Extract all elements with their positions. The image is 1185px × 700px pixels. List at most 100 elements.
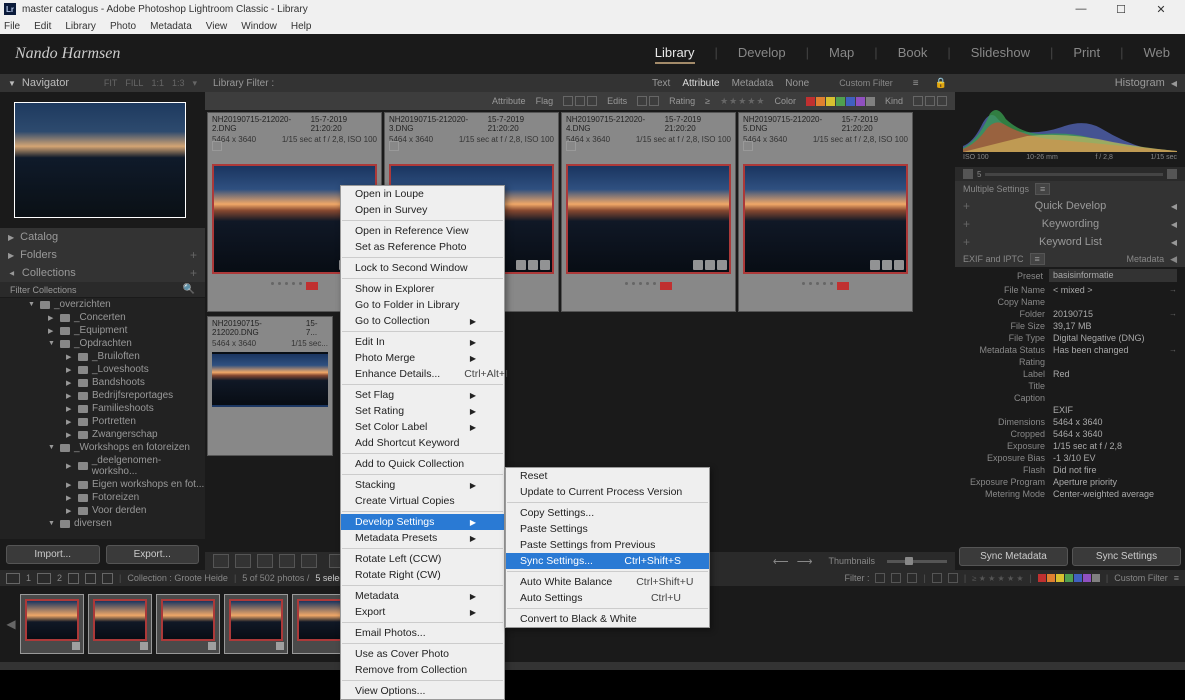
thumbnail-size-slider[interactable]: [887, 560, 947, 563]
collection-bandshoots[interactable]: ▶Bandshoots: [0, 376, 205, 389]
filmstrip-custom-filter[interactable]: Custom Filter: [1114, 573, 1168, 583]
lock-icon[interactable]: 🔒: [935, 78, 947, 89]
catalog-header[interactable]: ▶ Catalog: [0, 228, 205, 246]
flag-filter[interactable]: [907, 573, 917, 583]
module-book[interactable]: Book: [898, 45, 928, 64]
metadata-row[interactable]: Caption: [955, 392, 1185, 404]
color-filter[interactable]: [1092, 574, 1100, 582]
metadata-row[interactable]: LabelRed: [955, 368, 1185, 380]
metadata-row[interactable]: EXIF: [955, 404, 1185, 416]
folders-header[interactable]: ▶ Folders +: [0, 246, 205, 264]
menu-item-create-virtual-copies[interactable]: Create Virtual Copies: [341, 493, 504, 509]
settings-dropdown[interactable]: ≡: [1035, 183, 1050, 195]
collections-header[interactable]: ▼ Collections +: [0, 264, 205, 282]
menu-item-auto-settings[interactable]: Auto SettingsCtrl+U: [506, 590, 709, 606]
minimize-button[interactable]: ―: [1061, 0, 1101, 18]
menu-item-rotate-left-ccw-[interactable]: Rotate Left (CCW): [341, 551, 504, 567]
filter-menu-icon[interactable]: ≡: [1174, 573, 1179, 583]
menu-item-stacking[interactable]: Stacking▶: [341, 477, 504, 493]
menu-item-go-to-collection[interactable]: Go to Collection▶: [341, 313, 504, 329]
collection-familieshoots[interactable]: ▶Familieshoots: [0, 402, 205, 415]
menu-item-use-as-cover-photo[interactable]: Use as Cover Photo: [341, 646, 504, 662]
metadata-preset-row[interactable]: Preset basisinformatie: [955, 267, 1185, 284]
filter-collections-input[interactable]: Filter Collections 🔍: [0, 282, 205, 298]
keyword-list-header[interactable]: +Keyword List◀: [955, 233, 1185, 251]
filter-text[interactable]: Text: [652, 78, 670, 89]
menu-item-open-in-survey[interactable]: Open in Survey: [341, 202, 504, 218]
add-icon[interactable]: +: [190, 266, 197, 280]
filmstrip-thumbnail[interactable]: [156, 594, 220, 654]
menu-item-show-in-explorer[interactable]: Show in Explorer: [341, 281, 504, 297]
bottom-grip[interactable]: [0, 662, 1185, 670]
color-filter[interactable]: [856, 97, 865, 106]
menu-item-email-photos-[interactable]: Email Photos...: [341, 625, 504, 641]
histogram[interactable]: ISO 10010-26 mmf / 2,81/15 sec: [955, 92, 1185, 167]
sync-metadata-button[interactable]: Sync Metadata: [959, 547, 1068, 566]
menu-file[interactable]: File: [4, 21, 20, 32]
maximize-button[interactable]: ☐: [1101, 0, 1141, 18]
flag-unflagged[interactable]: [575, 96, 585, 106]
rating-star[interactable]: ★: [756, 96, 764, 107]
metadata-row[interactable]: File TypeDigital Negative (DNG): [955, 332, 1185, 344]
kind-video[interactable]: [937, 96, 947, 106]
collection-fotoreizen[interactable]: ▶Fotoreizen: [0, 491, 205, 504]
forward-icon[interactable]: [102, 573, 113, 584]
filter-none[interactable]: None: [785, 78, 809, 89]
collection--opdrachten[interactable]: ▼_Opdrachten: [0, 337, 205, 350]
menu-item-add-shortcut-keyword[interactable]: Add Shortcut Keyword: [341, 435, 504, 451]
metadata-row[interactable]: Copy Name: [955, 296, 1185, 308]
menu-item-auto-white-balance[interactable]: Auto White BalanceCtrl+Shift+U: [506, 574, 709, 590]
menu-item-set-color-label[interactable]: Set Color Label▶: [341, 419, 504, 435]
edits-filter[interactable]: [948, 573, 958, 583]
collection-diversen[interactable]: ▼diversen: [0, 517, 205, 530]
metadata-row[interactable]: Cropped5464 x 3640: [955, 428, 1185, 440]
nav-zoom-1:3[interactable]: 1:3: [172, 78, 185, 89]
module-develop[interactable]: Develop: [738, 45, 786, 64]
secondary-monitor-icon[interactable]: [37, 573, 51, 584]
add-icon[interactable]: +: [190, 248, 197, 262]
back-icon[interactable]: [85, 573, 96, 584]
photo-thumbnail[interactable]: NH20190715-212020-4.DNG15-7-2019 21:20:2…: [561, 112, 736, 312]
edits-no[interactable]: [649, 96, 659, 106]
collection--loveshoots[interactable]: ▶_Loveshoots: [0, 363, 205, 376]
collection-eigen-workshops-en-fot-[interactable]: ▶Eigen workshops en fot...: [0, 478, 205, 491]
collection--workshops-en-fotoreizen[interactable]: ▼_Workshops en fotoreizen: [0, 441, 205, 454]
color-filter[interactable]: [866, 97, 875, 106]
filter-metadata[interactable]: Metadata: [732, 78, 774, 89]
module-map[interactable]: Map: [829, 45, 854, 64]
filmstrip-thumbnail[interactable]: [20, 594, 84, 654]
histogram-header[interactable]: Histogram ◀: [955, 74, 1185, 92]
collection-voor-derden[interactable]: ▶Voor derden: [0, 504, 205, 517]
collection-bedrijfsreportages[interactable]: ▶Bedrijfsreportages: [0, 389, 205, 402]
menu-item-convert-to-black-white[interactable]: Convert to Black & White: [506, 611, 709, 627]
edits-filter[interactable]: [932, 573, 942, 583]
menu-metadata[interactable]: Metadata: [150, 21, 192, 32]
metadata-row[interactable]: Metering ModeCenter-weighted average: [955, 488, 1185, 500]
edits-yes[interactable]: [637, 96, 647, 106]
flag-filter[interactable]: [875, 573, 885, 583]
metadata-row[interactable]: Dimensions5464 x 3640: [955, 416, 1185, 428]
menu-item-enhance-details-[interactable]: Enhance Details...Ctrl+Alt+I: [341, 366, 504, 382]
metadata-row[interactable]: Metadata StatusHas been changed→: [955, 344, 1185, 356]
color-filter[interactable]: [826, 97, 835, 106]
color-filter[interactable]: [1056, 574, 1064, 582]
metadata-row[interactable]: Exposure1/15 sec at f / 2,8: [955, 440, 1185, 452]
quick-develop-header[interactable]: +Quick Develop◀: [955, 197, 1185, 215]
next-photo-icon[interactable]: ⟶: [797, 555, 813, 568]
navigator-header[interactable]: ▼ Navigator FITFILL1:11:3▾: [0, 74, 205, 92]
rating-star[interactable]: ★: [720, 96, 728, 107]
module-web[interactable]: Web: [1144, 45, 1171, 64]
flag-picked[interactable]: [563, 96, 573, 106]
menu-photo[interactable]: Photo: [110, 21, 136, 32]
menu-item-remove-from-collection[interactable]: Remove from Collection: [341, 662, 504, 678]
color-filter[interactable]: [846, 97, 855, 106]
kind-vcopy[interactable]: [925, 96, 935, 106]
menu-edit[interactable]: Edit: [34, 21, 51, 32]
color-filter[interactable]: [836, 97, 845, 106]
sync-settings-button[interactable]: Sync Settings: [1072, 547, 1181, 566]
custom-filter-dropdown[interactable]: Custom Filter: [839, 78, 893, 88]
color-filter[interactable]: [1083, 574, 1091, 582]
menu-item-open-in-reference-view[interactable]: Open in Reference View: [341, 223, 504, 239]
menu-item-set-rating[interactable]: Set Rating▶: [341, 403, 504, 419]
menu-item-metadata[interactable]: Metadata▶: [341, 588, 504, 604]
